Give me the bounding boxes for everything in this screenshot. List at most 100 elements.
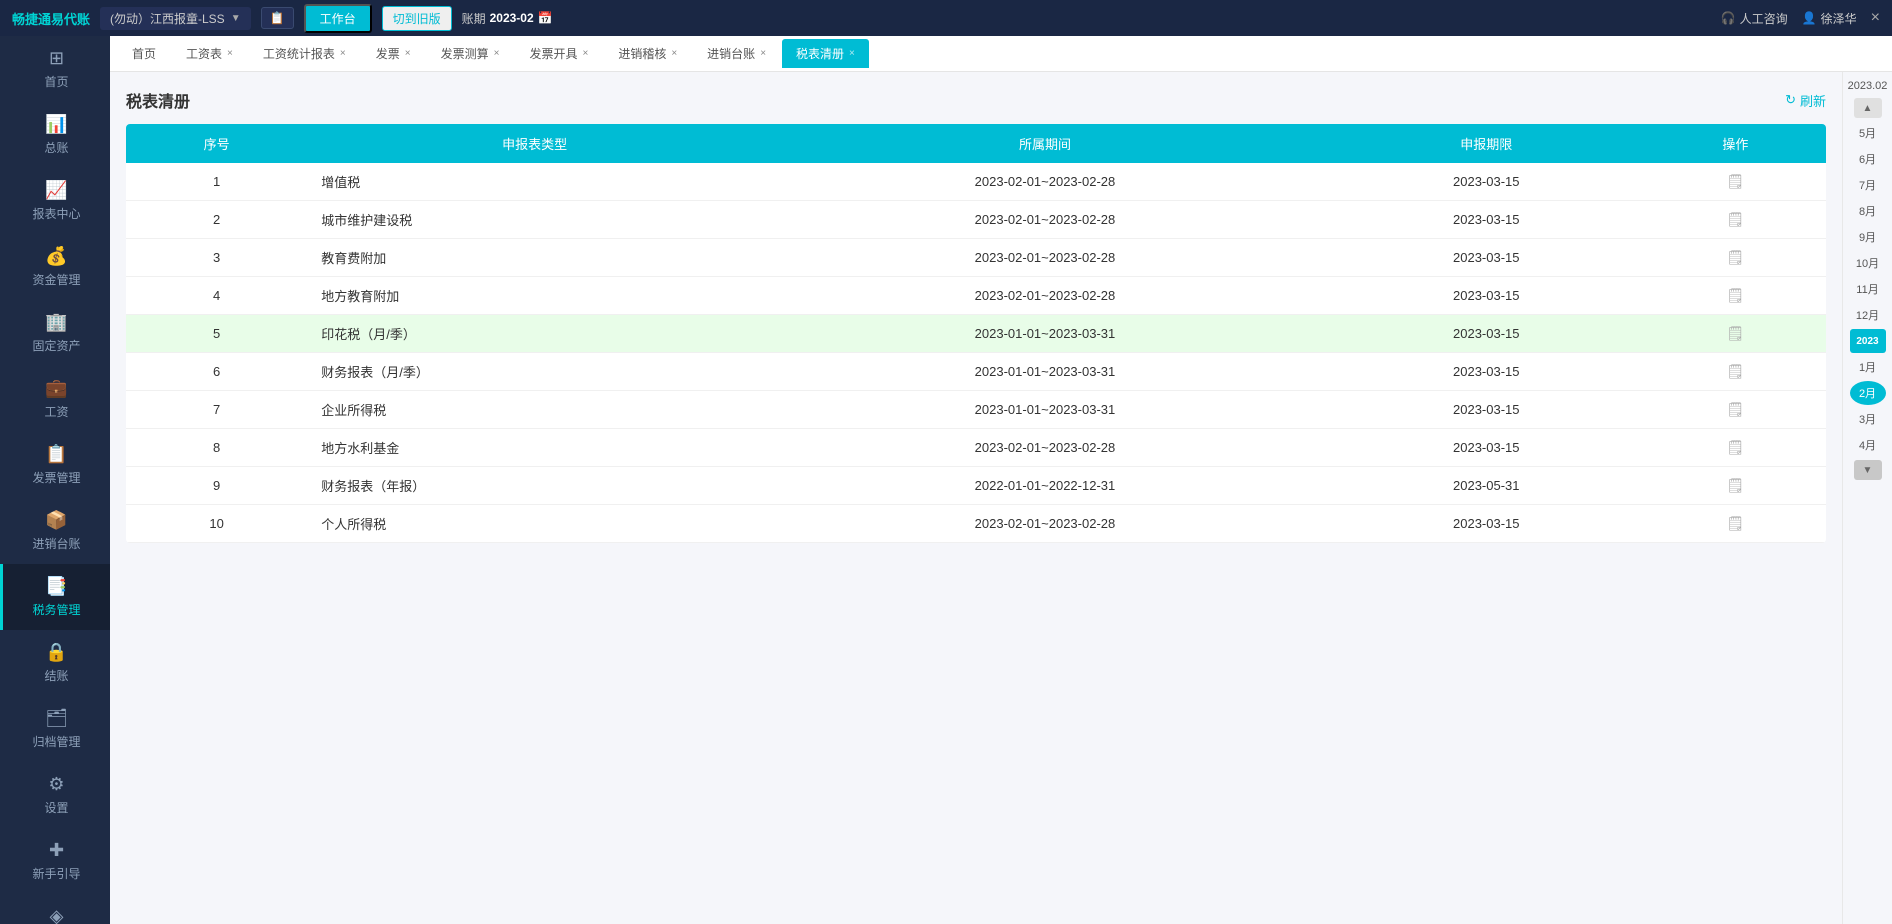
action-icon[interactable]: 🗒 bbox=[1726, 401, 1744, 417]
archive-icon: 🗂 bbox=[45, 708, 68, 729]
asset-icon: 🏢 bbox=[45, 312, 67, 333]
cell-action[interactable]: 🗒 bbox=[1645, 315, 1826, 353]
cell-no: 9 bbox=[126, 467, 307, 505]
tab-bar: 首页工资表×工资统计报表×发票×发票测算×发票开具×进销稽核×进销台账×税表清册… bbox=[110, 36, 1892, 72]
tab-进销稽核[interactable]: 进销稽核× bbox=[604, 39, 691, 68]
tab-发票[interactable]: 发票× bbox=[362, 39, 425, 68]
sidebar-item-invoice[interactable]: 📋发票管理 bbox=[0, 432, 110, 498]
tab-发票测算[interactable]: 发票测算 × bbox=[427, 39, 514, 68]
company-name: (勿动）江西报童-LSS bbox=[110, 10, 225, 27]
sidebar-item-member[interactable]: ◈畅会员 bbox=[0, 894, 110, 924]
scroll-down-button[interactable]: ▼ bbox=[1854, 460, 1882, 480]
copy-button[interactable]: 📋 bbox=[261, 7, 294, 29]
tab-工资表[interactable]: 工资表× bbox=[172, 39, 247, 68]
tab-close-icon[interactable]: × bbox=[405, 48, 411, 59]
tab-工资统计报表[interactable]: 工资统计报表× bbox=[249, 39, 360, 68]
cell-action[interactable]: 🗒 bbox=[1645, 239, 1826, 277]
sidebar-item-home[interactable]: ⊞首页 bbox=[0, 36, 110, 102]
cell-action[interactable]: 🗒 bbox=[1645, 505, 1826, 543]
sidebar-item-close[interactable]: 🔒结账 bbox=[0, 630, 110, 696]
refresh-button[interactable]: ↻ 刷新 bbox=[1785, 91, 1826, 110]
month-item[interactable]: 6月 bbox=[1850, 147, 1886, 171]
month-item[interactable]: 7月 bbox=[1850, 173, 1886, 197]
tab-close-icon[interactable]: × bbox=[227, 48, 233, 59]
action-icon[interactable]: 🗒 bbox=[1726, 515, 1744, 531]
sidebar-item-ledger[interactable]: 📊总账 bbox=[0, 102, 110, 168]
cell-period: 2023-02-01~2023-02-28 bbox=[762, 277, 1328, 315]
action-icon[interactable]: 🗒 bbox=[1726, 325, 1744, 341]
sidebar-item-guide[interactable]: ✚新手引导 bbox=[0, 828, 110, 894]
workbench-button[interactable]: 工作台 bbox=[304, 4, 372, 33]
cell-action[interactable]: 🗒 bbox=[1645, 277, 1826, 315]
tab-close-icon[interactable]: × bbox=[340, 48, 346, 59]
month-item[interactable]: 1月 bbox=[1850, 355, 1886, 379]
ai-consult-button[interactable]: 🎧 人工咨询 bbox=[1721, 10, 1788, 27]
switch-version-button[interactable]: 切到旧版 bbox=[382, 6, 452, 31]
action-icon[interactable]: 🗒 bbox=[1726, 477, 1744, 493]
action-icon[interactable]: 🗒 bbox=[1726, 249, 1744, 265]
sidebar-item-report[interactable]: 📈报表中心 bbox=[0, 168, 110, 234]
headset-icon: 🎧 bbox=[1721, 11, 1736, 25]
month-item[interactable]: 3月 bbox=[1850, 407, 1886, 431]
month-item[interactable]: 5月 bbox=[1850, 121, 1886, 145]
action-icon[interactable]: 🗒 bbox=[1726, 211, 1744, 227]
action-icon[interactable]: 🗒 bbox=[1726, 363, 1744, 379]
tab-close-icon[interactable]: × bbox=[849, 48, 855, 59]
tab-close-icon[interactable]: × bbox=[494, 48, 500, 59]
sidebar-item-settings[interactable]: ⚙设置 bbox=[0, 762, 110, 828]
action-icon[interactable]: 🗒 bbox=[1726, 439, 1744, 455]
cell-no: 10 bbox=[126, 505, 307, 543]
cell-type: 财务报表（年报） bbox=[307, 467, 762, 505]
window-close-button[interactable]: × bbox=[1871, 9, 1880, 27]
app-logo: 畅捷通易代账 bbox=[12, 9, 90, 28]
sidebar-item-fund[interactable]: 💰资金管理 bbox=[0, 234, 110, 300]
sidebar-item-tax[interactable]: 📑税务管理 bbox=[0, 564, 110, 630]
scroll-up-button[interactable]: ▲ bbox=[1854, 98, 1882, 118]
ledger-icon: 📊 bbox=[45, 114, 67, 135]
company-selector[interactable]: (勿动）江西报童-LSS ▼ bbox=[100, 7, 251, 30]
cell-no: 8 bbox=[126, 429, 307, 467]
month-item[interactable]: 11月 bbox=[1850, 277, 1886, 301]
tab-close-icon[interactable]: × bbox=[671, 48, 677, 59]
user-menu[interactable]: 👤 徐泽华 bbox=[1802, 10, 1857, 27]
tab-label: 发票测算 bbox=[441, 45, 489, 62]
sidebar-label-settings: 设置 bbox=[44, 799, 68, 816]
month-item[interactable]: 10月 bbox=[1850, 251, 1886, 275]
sidebar-item-salary[interactable]: 💼工资 bbox=[0, 366, 110, 432]
salary-icon: 💼 bbox=[45, 378, 67, 399]
month-item[interactable]: 9月 bbox=[1850, 225, 1886, 249]
calendar-icon[interactable]: 📅 bbox=[538, 11, 553, 25]
month-item[interactable]: 8月 bbox=[1850, 199, 1886, 223]
tab-税表清册[interactable]: 税表清册× bbox=[782, 39, 869, 68]
sidebar-item-asset[interactable]: 🏢 固定资产 bbox=[0, 300, 110, 366]
month-item[interactable]: 2月 bbox=[1850, 381, 1886, 405]
tab-close-icon[interactable]: × bbox=[582, 48, 588, 59]
cell-action[interactable]: 🗒 bbox=[1645, 429, 1826, 467]
tab-发票开具[interactable]: 发票开具× bbox=[515, 39, 602, 68]
content-area: 首页工资表×工资统计报表×发票×发票测算×发票开具×进销稽核×进销台账×税表清册… bbox=[110, 36, 1892, 924]
sidebar-label-asset: 固定资产 bbox=[32, 337, 80, 354]
cell-type: 印花税（月/季） bbox=[307, 315, 762, 353]
cell-action[interactable]: 🗒 bbox=[1645, 391, 1826, 429]
cell-action[interactable]: 🗒 bbox=[1645, 163, 1826, 201]
sidebar-item-archive[interactable]: 🗂归档管理 bbox=[0, 696, 110, 762]
close-icon: 🔒 bbox=[45, 642, 67, 663]
month-item[interactable]: 12月 bbox=[1850, 303, 1886, 327]
tab-close-icon[interactable]: × bbox=[760, 48, 766, 59]
cell-type: 地方教育附加 bbox=[307, 277, 762, 315]
tab-首页[interactable]: 首页 bbox=[118, 39, 170, 68]
cell-action[interactable]: 🗒 bbox=[1645, 467, 1826, 505]
cell-action[interactable]: 🗒 bbox=[1645, 353, 1826, 391]
action-icon[interactable]: 🗒 bbox=[1726, 173, 1744, 189]
cell-action[interactable]: 🗒 bbox=[1645, 201, 1826, 239]
action-icon[interactable]: 🗒 bbox=[1726, 287, 1744, 303]
cell-deadline: 2023-03-15 bbox=[1328, 277, 1645, 315]
sidebar: ⊞首页📊总账📈报表中心💰资金管理🏢固定资产💼工资📋发票管理📦进销台账📑税务管理🔒… bbox=[0, 36, 110, 924]
cell-type: 企业所得税 bbox=[307, 391, 762, 429]
month-item[interactable]: 4月 bbox=[1850, 433, 1886, 457]
tab-进销台账[interactable]: 进销台账× bbox=[693, 39, 780, 68]
cell-type: 地方水利基金 bbox=[307, 429, 762, 467]
sidebar-item-purchase[interactable]: 📦进销台账 bbox=[0, 498, 110, 564]
cell-no: 4 bbox=[126, 277, 307, 315]
year-badge[interactable]: 2023 bbox=[1850, 329, 1886, 353]
